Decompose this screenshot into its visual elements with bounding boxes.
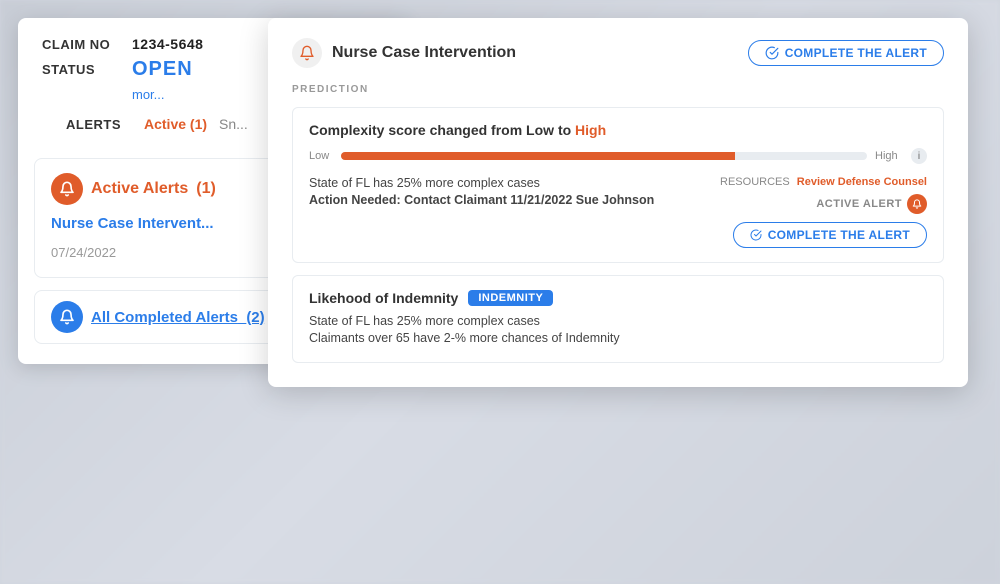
bell-icon-orange bbox=[51, 173, 83, 205]
status-value: OPEN bbox=[132, 58, 193, 81]
active-alert-badge: ACTIVE ALERT bbox=[816, 194, 927, 214]
right-panel: Nurse Case Intervention COMPLETE THE ALE… bbox=[268, 18, 968, 387]
bar-low-label: Low bbox=[309, 150, 333, 162]
score-bar-row: Low High i bbox=[309, 148, 927, 164]
active-dot bbox=[907, 194, 927, 214]
resources-link[interactable]: Review Defense Counsel bbox=[797, 176, 927, 188]
detail-title: Nurse Case Intervention bbox=[332, 44, 516, 62]
detail-title-row: Nurse Case Intervention bbox=[292, 38, 516, 68]
detail-header: Nurse Case Intervention COMPLETE THE ALE… bbox=[292, 38, 944, 68]
complexity-right: RESOURCES Review Defense Counsel ACTIVE … bbox=[720, 176, 927, 248]
indemnity-card: Likehood of Indemnity INDEMNITY State of… bbox=[292, 275, 944, 363]
info-icon[interactable]: i bbox=[911, 148, 927, 164]
complete-btn-inner-label: COMPLETE THE ALERT bbox=[768, 228, 910, 242]
bar-fill-high bbox=[525, 152, 735, 160]
bar-high-label: High bbox=[875, 150, 903, 162]
complexity-desc: State of FL has 25% more complex cases A… bbox=[309, 176, 720, 210]
indemnity-desc: State of FL has 25% more complex cases C… bbox=[309, 314, 927, 345]
resources-label: RESOURCES bbox=[720, 176, 790, 188]
complexity-line1: State of FL has 25% more complex cases bbox=[309, 176, 720, 190]
complexity-line2: Action Needed: Contact Claimant 11/21/20… bbox=[309, 193, 720, 207]
alerts-label: ALERTS bbox=[66, 117, 136, 132]
complete-btn-label: COMPLETE THE ALERT bbox=[785, 46, 927, 60]
claim-value: 1234-5648 bbox=[132, 36, 203, 52]
bell-icon-blue bbox=[51, 301, 83, 333]
complete-alert-button[interactable]: COMPLETE THE ALERT bbox=[748, 40, 944, 66]
date-text: 07/24/2022 bbox=[51, 245, 116, 260]
status-label: STATUS bbox=[42, 62, 132, 77]
indemnity-header: Likehood of Indemnity INDEMNITY bbox=[309, 290, 927, 306]
active-alerts-count: (1) bbox=[196, 180, 216, 198]
bar-track bbox=[341, 152, 867, 160]
completed-alerts-link[interactable]: All Completed Alerts (2) bbox=[91, 309, 265, 326]
indemnity-badge: INDEMNITY bbox=[468, 290, 553, 306]
complete-alert-btn-inner[interactable]: COMPLETE THE ALERT bbox=[733, 222, 927, 248]
prediction-label: PREDICTION bbox=[292, 84, 944, 95]
active-alerts-title: Active Alerts bbox=[91, 180, 188, 198]
bar-fill-low bbox=[341, 152, 525, 160]
indemnity-line2: Claimants over 65 have 2-% more chances … bbox=[309, 331, 927, 345]
resources-row: RESOURCES Review Defense Counsel bbox=[720, 176, 927, 188]
claim-label: CLAIM NO bbox=[42, 37, 132, 52]
alerts-active[interactable]: Active (1) bbox=[144, 116, 207, 132]
complexity-title: Complexity score changed from Low to Hig… bbox=[309, 122, 927, 138]
alerts-snoozed[interactable]: Sn... bbox=[219, 116, 248, 132]
indemnity-line1: State of FL has 25% more complex cases bbox=[309, 314, 927, 328]
complexity-bottom: State of FL has 25% more complex cases A… bbox=[309, 176, 927, 248]
indemnity-title: Likehood of Indemnity bbox=[309, 290, 458, 306]
nurse-icon bbox=[292, 38, 322, 68]
complexity-card: Complexity score changed from Low to Hig… bbox=[292, 107, 944, 263]
active-alert-text: ACTIVE ALERT bbox=[816, 198, 902, 210]
